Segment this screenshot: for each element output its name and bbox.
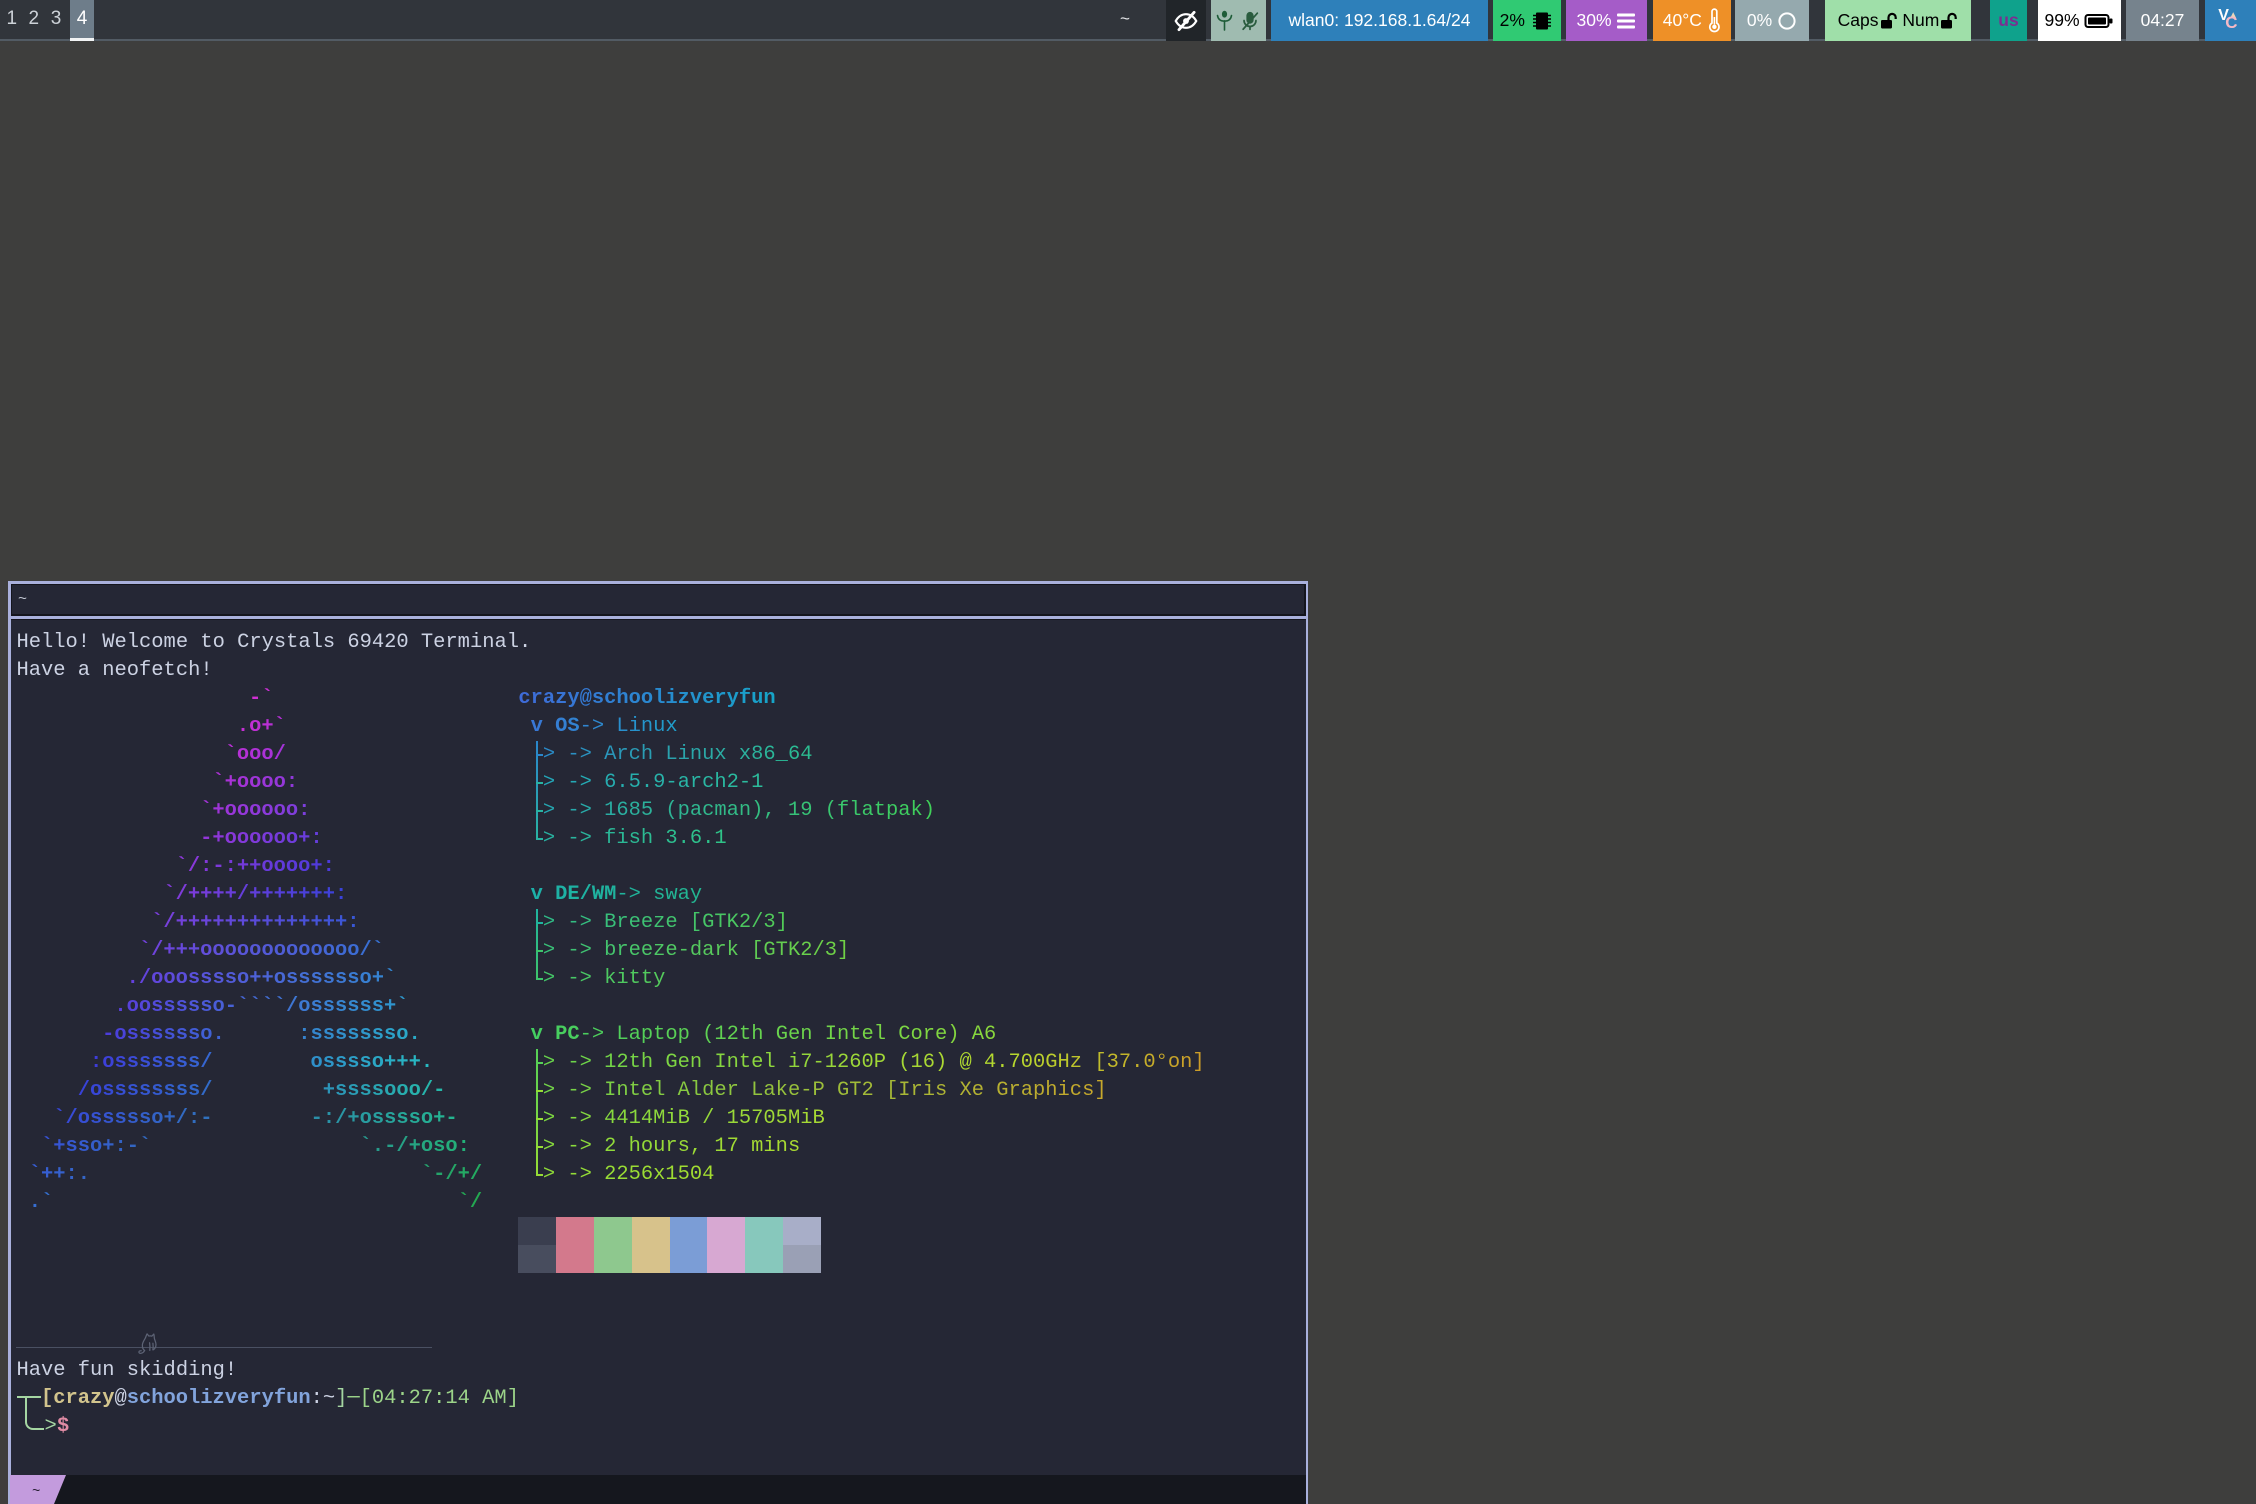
svg-text:~: ~ xyxy=(32,1484,40,1500)
